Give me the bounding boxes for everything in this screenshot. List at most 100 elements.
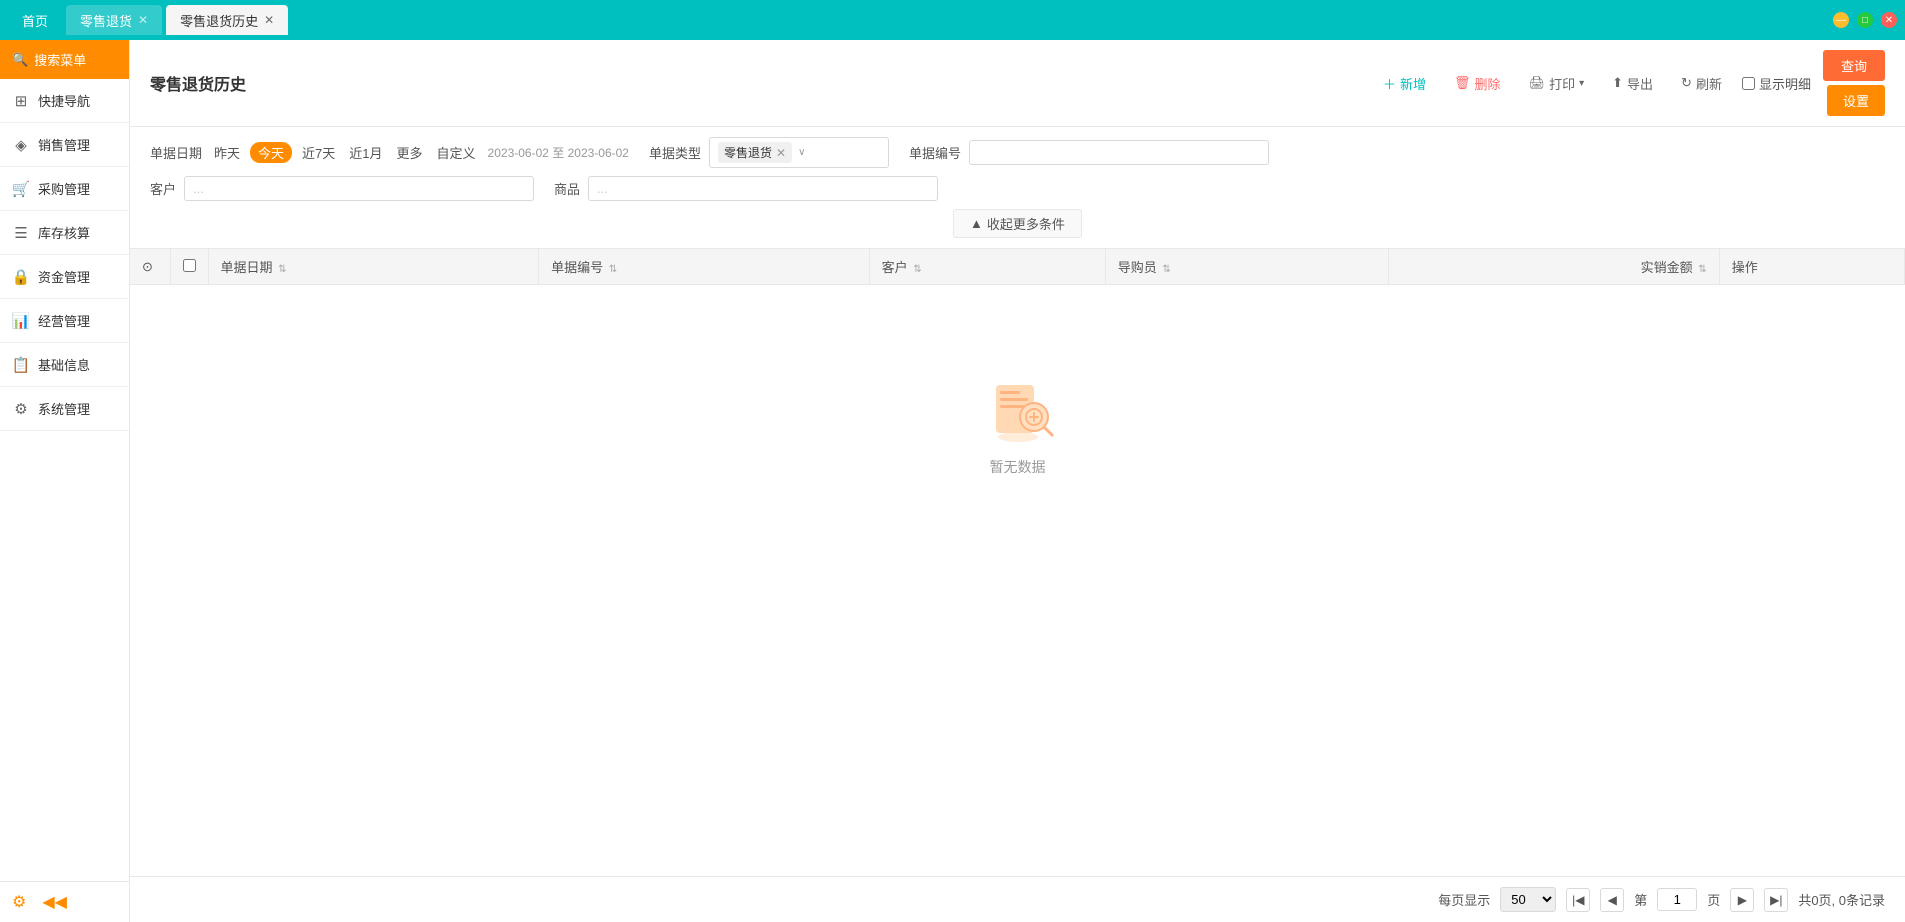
doctype-select[interactable]: 零售退货 ✕ ∨ xyxy=(709,137,889,168)
refresh-icon: ↻ xyxy=(1681,75,1692,91)
page-last-button[interactable]: ▶| xyxy=(1764,888,1788,912)
page-info-label: 第 xyxy=(1634,890,1647,909)
set-button[interactable]: 设置 xyxy=(1827,85,1885,116)
customer-select[interactable]: ... xyxy=(184,176,534,201)
th-date[interactable]: 单据日期 ⇅ xyxy=(208,249,539,285)
system-icon: ⚙ xyxy=(12,400,30,418)
window-close-button[interactable]: ✕ xyxy=(1881,12,1897,28)
export-button[interactable]: ⬆ 导出 xyxy=(1604,70,1661,97)
delete-button[interactable]: 🗑 删除 xyxy=(1446,70,1509,97)
date-sort-icon: ⇅ xyxy=(278,264,286,275)
goods-select[interactable]: ... xyxy=(588,176,938,201)
sidebar-item-inventory-label: 库存核算 xyxy=(38,223,90,242)
query-button[interactable]: 查询 xyxy=(1823,50,1885,81)
page-size-label: 每页显示 xyxy=(1438,890,1490,909)
th-number-label: 单据编号 xyxy=(551,260,603,275)
date-opt-yesterday[interactable]: 昨天 xyxy=(210,141,244,164)
th-amount[interactable]: 实销金额 ⇅ xyxy=(1389,249,1720,285)
sidebar-item-purchase-mgmt[interactable]: 🛒 采购管理 xyxy=(0,167,129,211)
doctype-tag: 零售退货 ✕ xyxy=(718,142,792,163)
inventory-icon: ☰ xyxy=(12,224,30,242)
refresh-label: 刷新 xyxy=(1696,74,1722,93)
page-label: 页 xyxy=(1707,890,1720,909)
data-table: ⊙ 单据日期 ⇅ 单据编号 ⇅ xyxy=(130,249,1905,285)
page-prev-button[interactable]: ◀ xyxy=(1600,888,1624,912)
sidebar-item-sales-mgmt[interactable]: ◈ 销售管理 xyxy=(0,123,129,167)
operations-icon: 📊 xyxy=(12,312,30,330)
tab-retail-return-close[interactable]: ✕ xyxy=(138,13,148,27)
refresh-button[interactable]: ↻ 刷新 xyxy=(1673,70,1730,97)
settings-gear-icon[interactable]: ⚙ xyxy=(12,892,26,912)
th-guide[interactable]: 导购员 ⇅ xyxy=(1105,249,1388,285)
sidebar-bottom: ⚙ ◀◀ xyxy=(0,881,129,922)
sidebar-item-basic-info[interactable]: 📋 基础信息 xyxy=(0,343,129,387)
sidebar-item-inventory[interactable]: ☰ 库存核算 xyxy=(0,211,129,255)
date-opt-custom[interactable]: 自定义 xyxy=(433,141,480,164)
th-date-label: 单据日期 xyxy=(221,260,273,275)
guide-sort-icon: ⇅ xyxy=(1162,264,1170,275)
docnum-input[interactable] xyxy=(969,140,1269,165)
column-settings-icon[interactable]: ⊙ xyxy=(142,259,153,274)
empty-text: 暂无数据 xyxy=(990,457,1046,477)
date-opt-last1month[interactable]: 近1月 xyxy=(345,141,386,164)
goods-filter-group: 商品 ... xyxy=(554,176,938,201)
th-settings[interactable]: ⊙ xyxy=(130,249,170,285)
show-detail-checkbox[interactable] xyxy=(1742,77,1755,90)
page-total: 共0页, 0条记录 xyxy=(1798,890,1885,909)
nav-items: ⊞ 快捷导航 ◈ 销售管理 🛒 采购管理 ☰ 库存核算 🔒 资金管理 📊 经营 xyxy=(0,79,129,881)
window-minimize-button[interactable]: — xyxy=(1833,12,1849,28)
print-dropdown-icon: ▾ xyxy=(1579,78,1584,89)
th-customer[interactable]: 客户 ⇅ xyxy=(869,249,1105,285)
new-button[interactable]: ＋ 新增 xyxy=(1375,70,1434,97)
speaker-icon[interactable]: ◀◀ xyxy=(42,892,67,912)
window-maximize-button[interactable]: □ xyxy=(1857,12,1873,28)
page-next-button[interactable]: ▶ xyxy=(1730,888,1754,912)
date-opt-last7[interactable]: 近7天 xyxy=(298,141,339,164)
docnum-filter-group: 单据编号 xyxy=(909,140,1269,165)
quick-nav-icon: ⊞ xyxy=(12,92,30,110)
th-number[interactable]: 单据编号 ⇅ xyxy=(539,249,870,285)
purchase-mgmt-icon: 🛒 xyxy=(12,180,30,198)
sidebar-item-operations[interactable]: 📊 经营管理 xyxy=(0,299,129,343)
pagination-bar: 每页显示 10 20 50 100 |◀ ◀ 第 页 ▶ ▶| 共0页, 0条记… xyxy=(130,876,1905,922)
show-detail-checkbox-label[interactable]: 显示明细 xyxy=(1742,74,1811,93)
header-actions: ＋ 新增 🗑 删除 🖨 打印 ▾ ⬆ 导出 ↻ 刷新 xyxy=(1375,50,1885,116)
search-menu-button[interactable]: 🔍 搜索菜单 xyxy=(0,40,129,79)
search-icon: 🔍 xyxy=(12,52,28,68)
delete-icon: 🗑 xyxy=(1454,75,1471,91)
sidebar-item-quick-nav[interactable]: ⊞ 快捷导航 xyxy=(0,79,129,123)
sales-mgmt-icon: ◈ xyxy=(12,136,30,154)
collapse-more-button[interactable]: ▲ 收起更多条件 xyxy=(953,209,1082,238)
delete-label: 删除 xyxy=(1475,74,1501,93)
tab-retail-return-history-close[interactable]: ✕ xyxy=(264,13,274,27)
sidebar-item-system[interactable]: ⚙ 系统管理 xyxy=(0,387,129,431)
print-button[interactable]: 🖨 打印 ▾ xyxy=(1521,70,1593,97)
sidebar-item-basic-info-label: 基础信息 xyxy=(38,355,90,374)
tab-retail-return-history[interactable]: 零售退货历史 ✕ xyxy=(166,5,288,35)
select-all-checkbox[interactable] xyxy=(183,259,196,272)
sidebar-item-sales-mgmt-label: 销售管理 xyxy=(38,135,90,154)
th-checkbox[interactable] xyxy=(170,249,208,285)
doctype-tag-close[interactable]: ✕ xyxy=(776,146,786,160)
page-number-input[interactable] xyxy=(1657,888,1697,911)
th-guide-label: 导购员 xyxy=(1118,260,1157,275)
window-controls: — □ ✕ xyxy=(1833,12,1897,28)
goods-placeholder: ... xyxy=(597,181,608,196)
page-title: 零售退货历史 xyxy=(150,71,246,95)
th-amount-label: 实销金额 xyxy=(1641,260,1693,275)
page-first-button[interactable]: |◀ xyxy=(1566,888,1590,912)
new-label: 新增 xyxy=(1400,74,1426,93)
date-opt-more[interactable]: 更多 xyxy=(393,141,427,164)
content-area: 零售退货历史 ＋ 新增 🗑 删除 🖨 打印 ▾ ⬆ 导出 xyxy=(130,40,1905,922)
tab-retail-return[interactable]: 零售退货 ✕ xyxy=(66,5,162,35)
tab-retail-return-history-label: 零售退货历史 xyxy=(180,11,258,30)
doctype-filter-label: 单据类型 xyxy=(649,143,701,162)
th-customer-label: 客户 xyxy=(882,260,908,275)
sidebar-item-finance[interactable]: 🔒 资金管理 xyxy=(0,255,129,299)
table-header-row: ⊙ 单据日期 ⇅ 单据编号 ⇅ xyxy=(130,249,1905,285)
page-size-select[interactable]: 10 20 50 100 xyxy=(1500,887,1556,912)
date-opt-today[interactable]: 今天 xyxy=(250,142,292,163)
tab-home[interactable]: 首页 xyxy=(8,5,62,35)
filter-row-2: 客户 ... 商品 ... xyxy=(150,176,1885,201)
customer-filter-group: 客户 ... xyxy=(150,176,534,201)
